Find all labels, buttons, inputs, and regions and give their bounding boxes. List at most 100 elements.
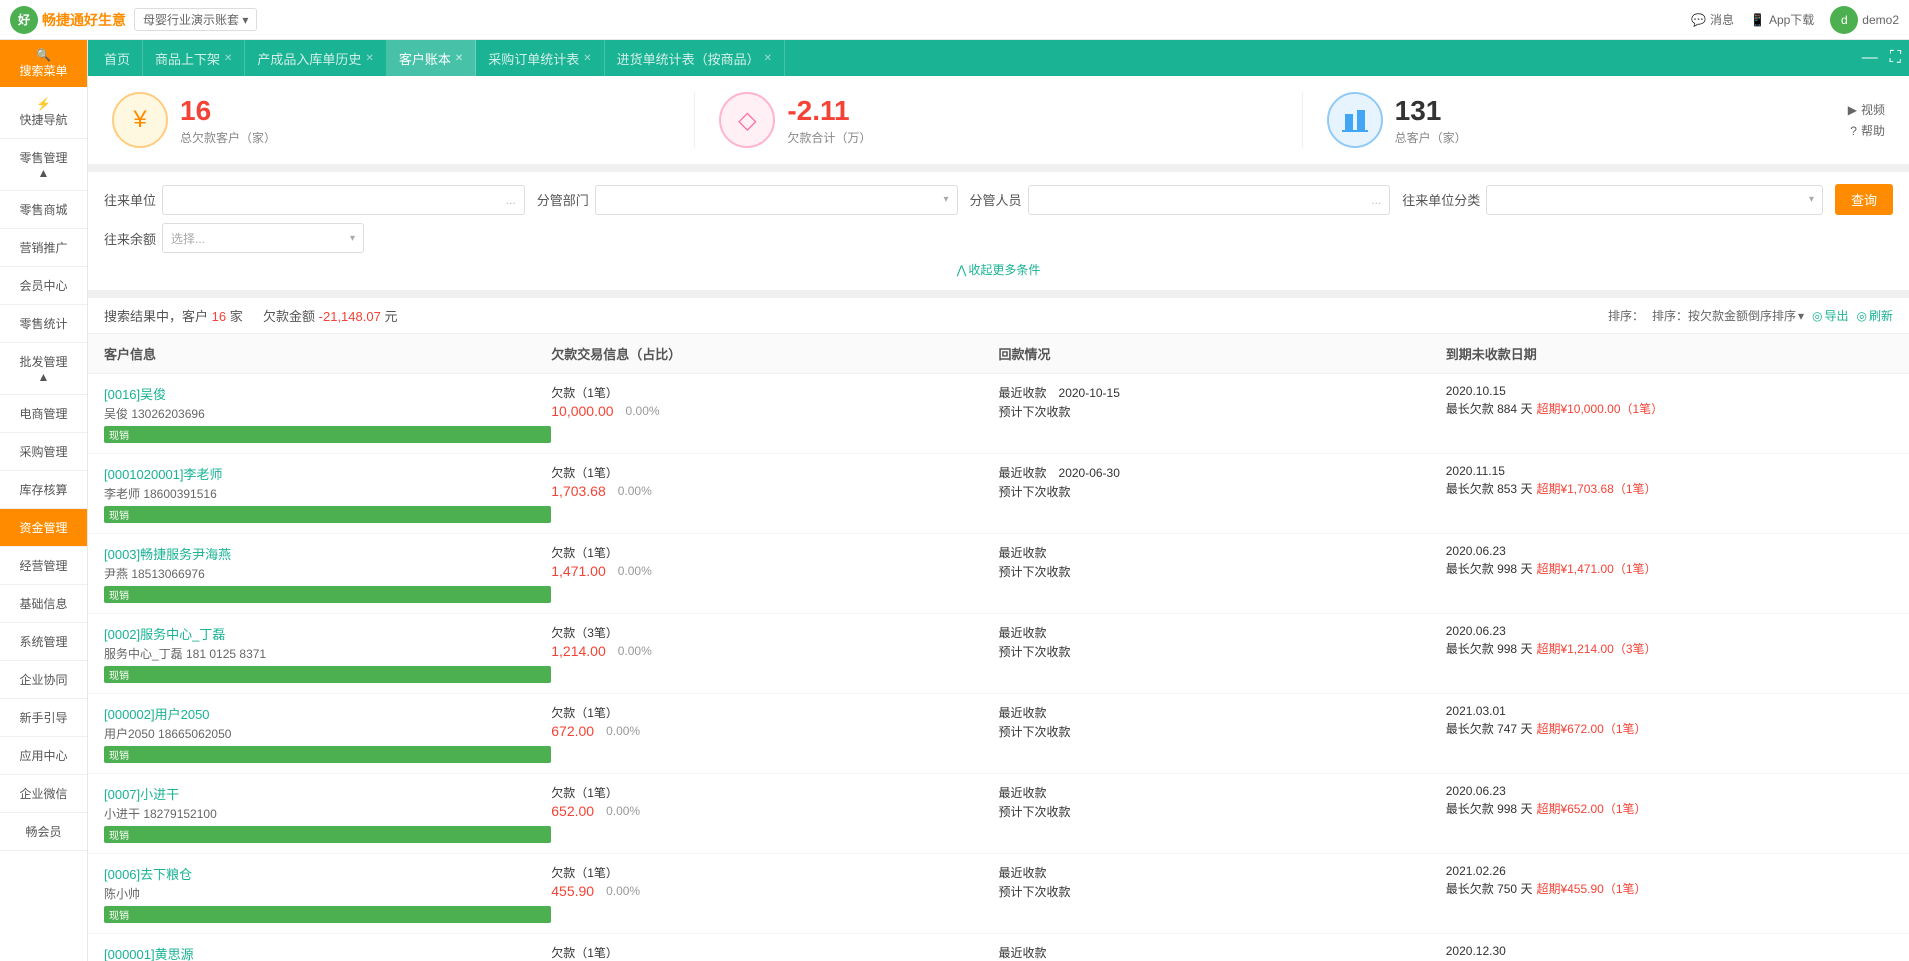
- debt-pct-2: 0.00%: [618, 564, 652, 578]
- overdue-amount-1[interactable]: 超期¥1,703.68（1笔）: [1536, 480, 1656, 497]
- total-customers-value: 131: [1395, 95, 1467, 127]
- customer-name-link-4[interactable]: [000002]用户2050: [104, 704, 551, 723]
- sidebar-item-inventory[interactable]: 库存核算: [0, 471, 87, 509]
- customer-name-link-2[interactable]: [0003]畅捷服务尹海燕: [104, 544, 551, 563]
- sidebar-item-ecommerce[interactable]: 电商管理: [0, 395, 87, 433]
- next-pay-label-6: 预计下次收款: [999, 883, 1446, 900]
- sidebar-item-enterprise[interactable]: 企业协同: [0, 661, 87, 699]
- export-icon: ◎: [1812, 309, 1822, 323]
- person-input[interactable]: ...: [1028, 185, 1391, 215]
- customer-phone-3: 服务中心_丁磊 181 0125 8371: [104, 645, 551, 662]
- sidebar-item-operations[interactable]: 经营管理: [0, 547, 87, 585]
- overdue-amount-6[interactable]: 超期¥455.90（1笔）: [1536, 880, 1646, 897]
- page-content: ¥ 16 总欠款客户（家） ◇ -2.11 欠款合计（万）: [88, 76, 1909, 961]
- customer-phone-5: 小进干 18279152100: [104, 805, 551, 822]
- overdue-amount-4[interactable]: 超期¥672.00（1笔）: [1536, 720, 1646, 737]
- customer-name-link-3[interactable]: [0002]服务中心_丁磊: [104, 624, 551, 643]
- customer-unit-input[interactable]: ...: [162, 185, 525, 215]
- cell-payback-3: 最近收款 预计下次收款: [999, 624, 1446, 683]
- sidebar-item-retail-mgmt[interactable]: 零售管理 ▲: [0, 139, 87, 191]
- overdue-amount-3[interactable]: 超期¥1,214.00（3笔）: [1536, 640, 1656, 657]
- customer-badge-5: 现销: [104, 826, 551, 843]
- customer-name-link-1[interactable]: [0001020001]李老师: [104, 464, 551, 483]
- search-button[interactable]: 查询: [1835, 184, 1893, 215]
- customer-name-link-0[interactable]: [0016]吴俊: [104, 384, 551, 403]
- collapse-btn[interactable]: ⋀ 收起更多条件: [104, 261, 1893, 278]
- tab-customer-ledger[interactable]: 客户账本 ✕: [387, 40, 476, 76]
- close-icon[interactable]: ✕: [224, 53, 232, 64]
- debt-desc-3: 欠款（3笔）: [551, 624, 998, 641]
- sidebar-item-system[interactable]: 系统管理: [0, 623, 87, 661]
- debt-pct-4: 0.00%: [606, 724, 640, 738]
- sidebar-item-retail-mall[interactable]: 零售商城: [0, 191, 87, 229]
- sidebar-item-wechat[interactable]: 企业微信: [0, 775, 87, 813]
- overdue-amount-5[interactable]: 超期¥652.00（1笔）: [1536, 800, 1646, 817]
- cell-customer-6: [0006]去下粮仓 陈小帅 现销: [104, 864, 551, 923]
- debt-amount-2: 1,471.00: [551, 563, 606, 579]
- overdue-amount-0[interactable]: 超期¥10,000.00（1笔）: [1536, 400, 1663, 417]
- sidebar-item-finance[interactable]: 资金管理: [0, 509, 87, 547]
- top-bar-right: 💬 消息 📱 App下载 d demo2: [1691, 6, 1899, 34]
- customer-name-link-7[interactable]: [000001]黄思源: [104, 944, 551, 961]
- close-icon-3[interactable]: ✕: [455, 53, 463, 64]
- dept-label: 分管部门: [537, 190, 589, 209]
- dept-select[interactable]: ▾: [595, 185, 958, 215]
- close-icon-4[interactable]: ✕: [583, 53, 591, 64]
- customer-badge-6: 现销: [104, 906, 551, 923]
- user-avatar[interactable]: d demo2: [1830, 6, 1899, 34]
- close-icon-5[interactable]: ✕: [764, 53, 772, 64]
- stat-info-total: 131 总客户（家）: [1395, 95, 1467, 146]
- sidebar-item-quick-nav[interactable]: ⚡ 快捷导航: [0, 87, 87, 139]
- sidebar-item-member2[interactable]: 畅会员: [0, 813, 87, 851]
- sidebar-item-newbie[interactable]: 新手引导: [0, 699, 87, 737]
- next-pay-label-0: 预计下次收款: [999, 403, 1446, 420]
- sidebar-item-basic-info[interactable]: 基础信息: [0, 585, 87, 623]
- overdue-amount-2[interactable]: 超期¥1,471.00（1笔）: [1536, 560, 1656, 577]
- cell-duedate-2: 2020.06.23 最长欠款 998 天 超期¥1,471.00（1笔）: [1446, 544, 1893, 603]
- tab-production-history[interactable]: 产成品入库单历史 ✕: [245, 40, 386, 76]
- content-area: 首页 商品上下架 ✕ 产成品入库单历史 ✕ 客户账本 ✕ 采购订单统计表 ✕ 进…: [88, 40, 1909, 961]
- table-row: [0002]服务中心_丁磊 服务中心_丁磊 181 0125 8371 现销 欠…: [88, 614, 1909, 694]
- app-download-btn[interactable]: 📱 App下载: [1750, 11, 1814, 28]
- table-row: [000002]用户2050 用户2050 18665062050 现销 欠款（…: [88, 694, 1909, 774]
- sidebar-item-wholesale[interactable]: 批发管理 ▲: [0, 343, 87, 395]
- balance-select[interactable]: 选择... ▾: [162, 223, 364, 253]
- play-icon: ▶: [1848, 103, 1857, 117]
- refresh-btn[interactable]: ◎ 刷新: [1857, 307, 1894, 324]
- tab-minimize-btn[interactable]: —: [1858, 49, 1882, 67]
- cell-customer-7: [000001]黄思源 黄思源 13552700226 现销: [104, 944, 551, 961]
- customer-name-link-5[interactable]: [0007]小进干: [104, 784, 551, 803]
- tab-product-listing[interactable]: 商品上下架 ✕: [143, 40, 245, 76]
- video-btn[interactable]: ▶ 视频: [1848, 101, 1885, 118]
- export-btn[interactable]: ◎ 导出: [1812, 307, 1849, 324]
- debt-amount-0: 10,000.00: [551, 403, 613, 419]
- logo-text: 畅捷通好生意: [42, 10, 126, 30]
- sidebar-search[interactable]: 🔍 搜索菜单: [0, 40, 87, 87]
- company-selector[interactable]: 母婴行业演示账套 ▾: [134, 8, 257, 31]
- refresh-icon: ◎: [1857, 309, 1867, 323]
- customer-name-link-6[interactable]: [0006]去下粮仓: [104, 864, 551, 883]
- tab-purchase-stats[interactable]: 采购订单统计表 ✕: [476, 40, 604, 76]
- stat-icon-diamond: ◇: [719, 92, 775, 148]
- sidebar-item-purchase[interactable]: 采购管理: [0, 433, 87, 471]
- table-row: [0016]吴俊 吴俊 13026203696 现销 欠款（1笔） 10,000…: [88, 374, 1909, 454]
- customer-unit-label: 往来单位: [104, 190, 156, 209]
- message-btn[interactable]: 💬 消息: [1691, 11, 1734, 28]
- tab-expand-btn[interactable]: ⛶: [1886, 49, 1905, 67]
- sidebar-item-apps[interactable]: 应用中心: [0, 737, 87, 775]
- sidebar: 🔍 搜索菜单 ⚡ 快捷导航 零售管理 ▲ 零售商城 营销推广 会员中心 零售统计…: [0, 40, 88, 961]
- cell-payback-7: 最近收款 预计下次收款: [999, 944, 1446, 961]
- help-btn[interactable]: ? 帮助: [1850, 122, 1885, 139]
- tab-home[interactable]: 首页: [92, 40, 143, 76]
- close-icon-2[interactable]: ✕: [365, 53, 373, 64]
- cell-customer-4: [000002]用户2050 用户2050 18665062050 现销: [104, 704, 551, 763]
- sidebar-item-retail-stats[interactable]: 零售统计: [0, 305, 87, 343]
- debt-pct-0: 0.00%: [626, 404, 660, 418]
- tab-incoming-stats[interactable]: 进货单统计表（按商品） ✕: [605, 40, 785, 76]
- category-select[interactable]: ▾: [1486, 185, 1823, 215]
- search-icon: 🔍: [4, 48, 83, 62]
- sidebar-item-member[interactable]: 会员中心: [0, 267, 87, 305]
- cell-debt-7: 欠款（1笔） 429.00 0.00%: [551, 944, 998, 961]
- sort-btn[interactable]: 排序：按欠款金额倒序排序 ▾: [1652, 307, 1804, 324]
- sidebar-item-marketing[interactable]: 营销推广: [0, 229, 87, 267]
